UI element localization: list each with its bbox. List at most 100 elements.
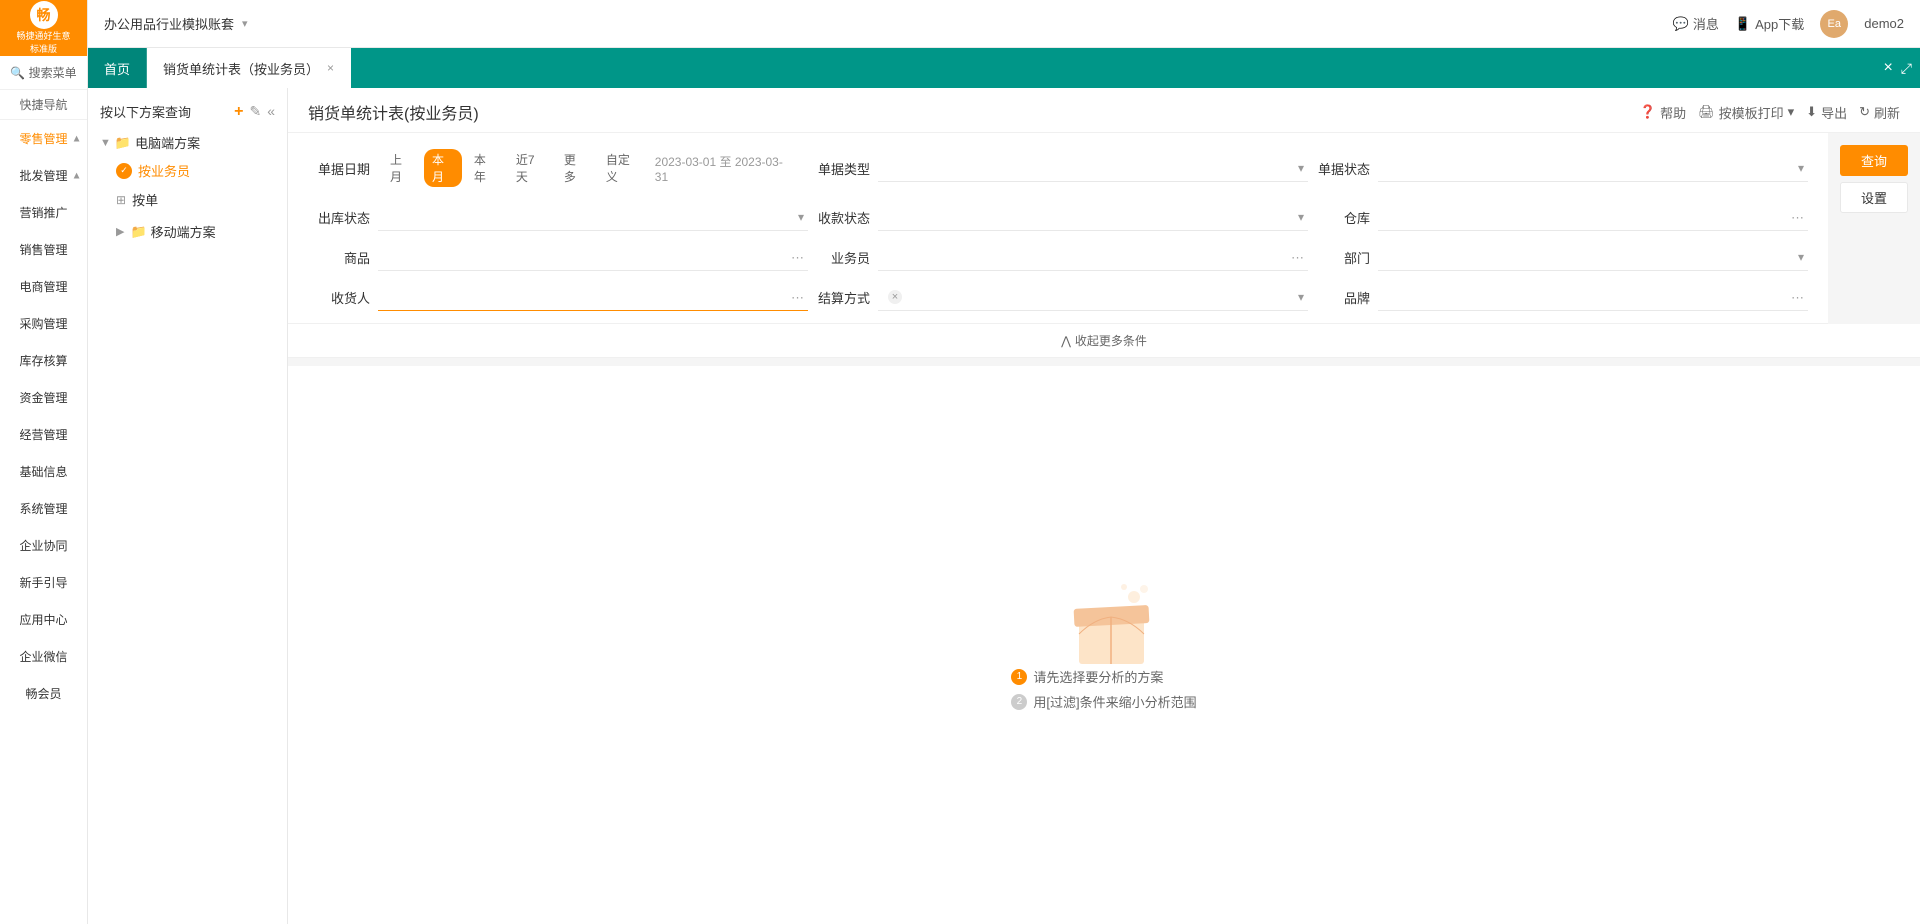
logo-icon: 畅	[30, 1, 58, 29]
tab-home[interactable]: 首页	[88, 48, 147, 88]
scheme-group-desktop-title[interactable]: ▼ 📁 电脑端方案	[88, 129, 287, 156]
date-btn-thismonth[interactable]: 本月	[424, 149, 462, 187]
collapse-bar[interactable]: ⋀ 收起更多条件	[288, 324, 1920, 358]
settle-control: × ▾	[878, 283, 1308, 311]
scheme-item-salesperson[interactable]: ✓ 按业务员	[88, 156, 287, 185]
sidebar-item-system[interactable]: 系统管理	[0, 490, 88, 527]
panel-title: 按以下方案查询	[100, 102, 191, 121]
sidebar-item-operations[interactable]: 经营管理	[0, 416, 88, 453]
sidebar-item-newbie[interactable]: 新手引导	[0, 564, 88, 601]
doc-type-dropdown-icon: ▾	[1298, 161, 1304, 175]
collapse-button[interactable]: ⋀ 收起更多条件	[1061, 332, 1147, 349]
consignee-label: 收货人	[308, 288, 378, 307]
refresh-button[interactable]: ↻ 刷新	[1859, 103, 1900, 122]
app-download-label: App下载	[1755, 14, 1804, 33]
date-filter: 上月 本月 本年 近7天 更多 自定义 2023-03-01 至 2023-03…	[382, 149, 784, 187]
app-name-dropdown-icon[interactable]: ▾	[242, 17, 248, 30]
app-download-icon: 📱	[1735, 16, 1751, 32]
query-button[interactable]: 查询	[1840, 145, 1908, 176]
date-btn-custom[interactable]: 自定义	[598, 149, 647, 187]
help-button[interactable]: ❓ 帮助	[1640, 103, 1686, 122]
date-btn-more[interactable]: 更多	[556, 149, 594, 187]
hint-text-1: 请先选择要分析的方案	[1033, 667, 1163, 686]
date-range-label: 2023-03-01 至 2023-03-31	[655, 153, 784, 184]
doc-type-control[interactable]: ▾	[878, 154, 1308, 182]
export-button[interactable]: ⬇ 导出	[1806, 103, 1847, 122]
panel-collapse-btn[interactable]: «	[267, 103, 275, 121]
content-area: 按以下方案查询 + ✎ « ▼ 📁 电脑端方案 ✓ 按业务员	[88, 88, 1920, 924]
empty-box-svg	[1064, 579, 1164, 669]
settle-tag-close[interactable]: ×	[888, 290, 902, 304]
sidebar-search[interactable]: 🔍 搜索菜单	[0, 56, 88, 90]
app-logo: 畅 畅捷通好生意 标准版	[0, 0, 88, 56]
page-header-actions: ❓ 帮助 🖨 按模板打印 ▾ ⬇ 导出 ↻ 刷新	[1640, 103, 1900, 122]
print-button[interactable]: 🖨 按模板打印 ▾	[1698, 103, 1794, 122]
sidebar-item-wechat[interactable]: 企业微信	[0, 638, 88, 675]
export-label: 导出	[1821, 103, 1847, 122]
sidebar-item-marketing[interactable]: 营销推广	[0, 194, 88, 231]
empty-state: 1 请先选择要分析的方案 2 用[过滤]条件来缩小分析范围	[288, 366, 1920, 924]
sidebar-item-basic[interactable]: 基础信息	[0, 453, 88, 490]
user-avatar[interactable]: Ea	[1820, 10, 1848, 38]
scheme-item-by-order[interactable]: ⊞ 按单	[88, 185, 287, 214]
sidebar: 畅 畅捷通好生意 标准版 🔍 搜索菜单 快捷导航 零售管理 ▲ 批发管理 ▲ 营…	[0, 0, 88, 924]
sidebar-item-appcenter[interactable]: 应用中心	[0, 601, 88, 638]
app-download-button[interactable]: 📱 App下载	[1735, 14, 1804, 33]
goods-control[interactable]: ···	[378, 243, 808, 271]
settle-label: 结算方式	[808, 288, 878, 307]
salesperson-control[interactable]: ···	[878, 243, 1308, 271]
panel-edit-btn[interactable]: ✎	[249, 103, 261, 121]
sidebar-item-wholesale[interactable]: 批发管理 ▲	[0, 157, 88, 194]
warehouse-dots-icon: ···	[1791, 209, 1804, 224]
message-button[interactable]: 💬 消息	[1673, 14, 1719, 33]
filter-out-status: 出库状态 ▾	[308, 203, 808, 231]
tab-expand-icon[interactable]: ⤢	[1901, 60, 1912, 77]
sidebar-item-finance[interactable]: 资金管理	[0, 379, 88, 416]
brand-control[interactable]: ···	[1378, 283, 1808, 311]
sidebar-quick-nav[interactable]: 快捷导航	[0, 90, 88, 120]
date-btn-lastmonth[interactable]: 上月	[382, 149, 420, 187]
date-btn-thisyear[interactable]: 本年	[466, 149, 504, 187]
tab-bar: 首页 销货单统计表（按业务员） × × ⤢	[88, 48, 1920, 88]
tab-close-icon[interactable]: ×	[327, 61, 334, 75]
filter-brand: 品牌 ···	[1308, 283, 1808, 311]
scheme-group-mobile-title[interactable]: ▶ 📁 移动端方案	[88, 218, 287, 245]
sidebar-item-ecommerce[interactable]: 电商管理	[0, 268, 88, 305]
warehouse-control[interactable]: ···	[1378, 203, 1808, 231]
filter-and-buttons: 单据日期 上月 本月 本年 近7天 更多 自定义 2023-03-01 至 20…	[288, 133, 1920, 324]
user-name-label[interactable]: demo2	[1864, 16, 1904, 31]
sidebar-item-retail[interactable]: 零售管理 ▲	[0, 120, 88, 157]
sidebar-item-inventory[interactable]: 库存核算	[0, 342, 88, 379]
tab-sales-stat[interactable]: 销货单统计表（按业务员） ×	[147, 48, 351, 88]
settings-button[interactable]: 设置	[1840, 182, 1908, 213]
salesperson-dots-icon: ···	[1291, 249, 1304, 264]
group-title-label: 电脑端方案	[135, 133, 200, 152]
hint-num-1: 1	[1011, 669, 1027, 685]
pay-status-dropdown-icon: ▾	[1298, 210, 1304, 224]
dept-control[interactable]: ▾	[1378, 243, 1808, 271]
pay-status-control[interactable]: ▾	[878, 203, 1308, 231]
active-scheme-dot: ✓	[116, 163, 132, 179]
filter-settle: 结算方式 × ▾	[808, 283, 1308, 311]
settle-dropdown-icon: ▾	[1298, 290, 1304, 304]
date-label: 单据日期	[308, 159, 378, 178]
query-buttons-group: 查询 设置	[1840, 133, 1920, 213]
salesperson-label: 业务员	[808, 248, 878, 267]
pay-status-label: 收款状态	[808, 208, 878, 227]
tab-sales-stat-label: 销货单统计表（按业务员）	[163, 59, 319, 78]
help-label: 帮助	[1660, 103, 1686, 122]
dept-label: 部门	[1308, 248, 1378, 267]
collapse-icon: ⋀	[1061, 334, 1071, 348]
consignee-control[interactable]: ···	[378, 283, 808, 311]
goods-dots-icon: ···	[791, 249, 804, 264]
filter-doc-type: 单据类型 ▾	[808, 154, 1308, 182]
panel-add-btn[interactable]: +	[234, 103, 243, 121]
sidebar-item-purchase[interactable]: 采购管理	[0, 305, 88, 342]
out-status-control[interactable]: ▾	[378, 203, 808, 231]
doc-status-control[interactable]: ▾	[1378, 154, 1808, 182]
date-btn-7days[interactable]: 近7天	[508, 149, 552, 187]
tab-close-all-icon[interactable]: ×	[1883, 59, 1892, 77]
sidebar-item-member[interactable]: 畅会员	[0, 675, 88, 712]
sidebar-item-enterprise[interactable]: 企业协同	[0, 527, 88, 564]
sidebar-item-sales[interactable]: 销售管理	[0, 231, 88, 268]
